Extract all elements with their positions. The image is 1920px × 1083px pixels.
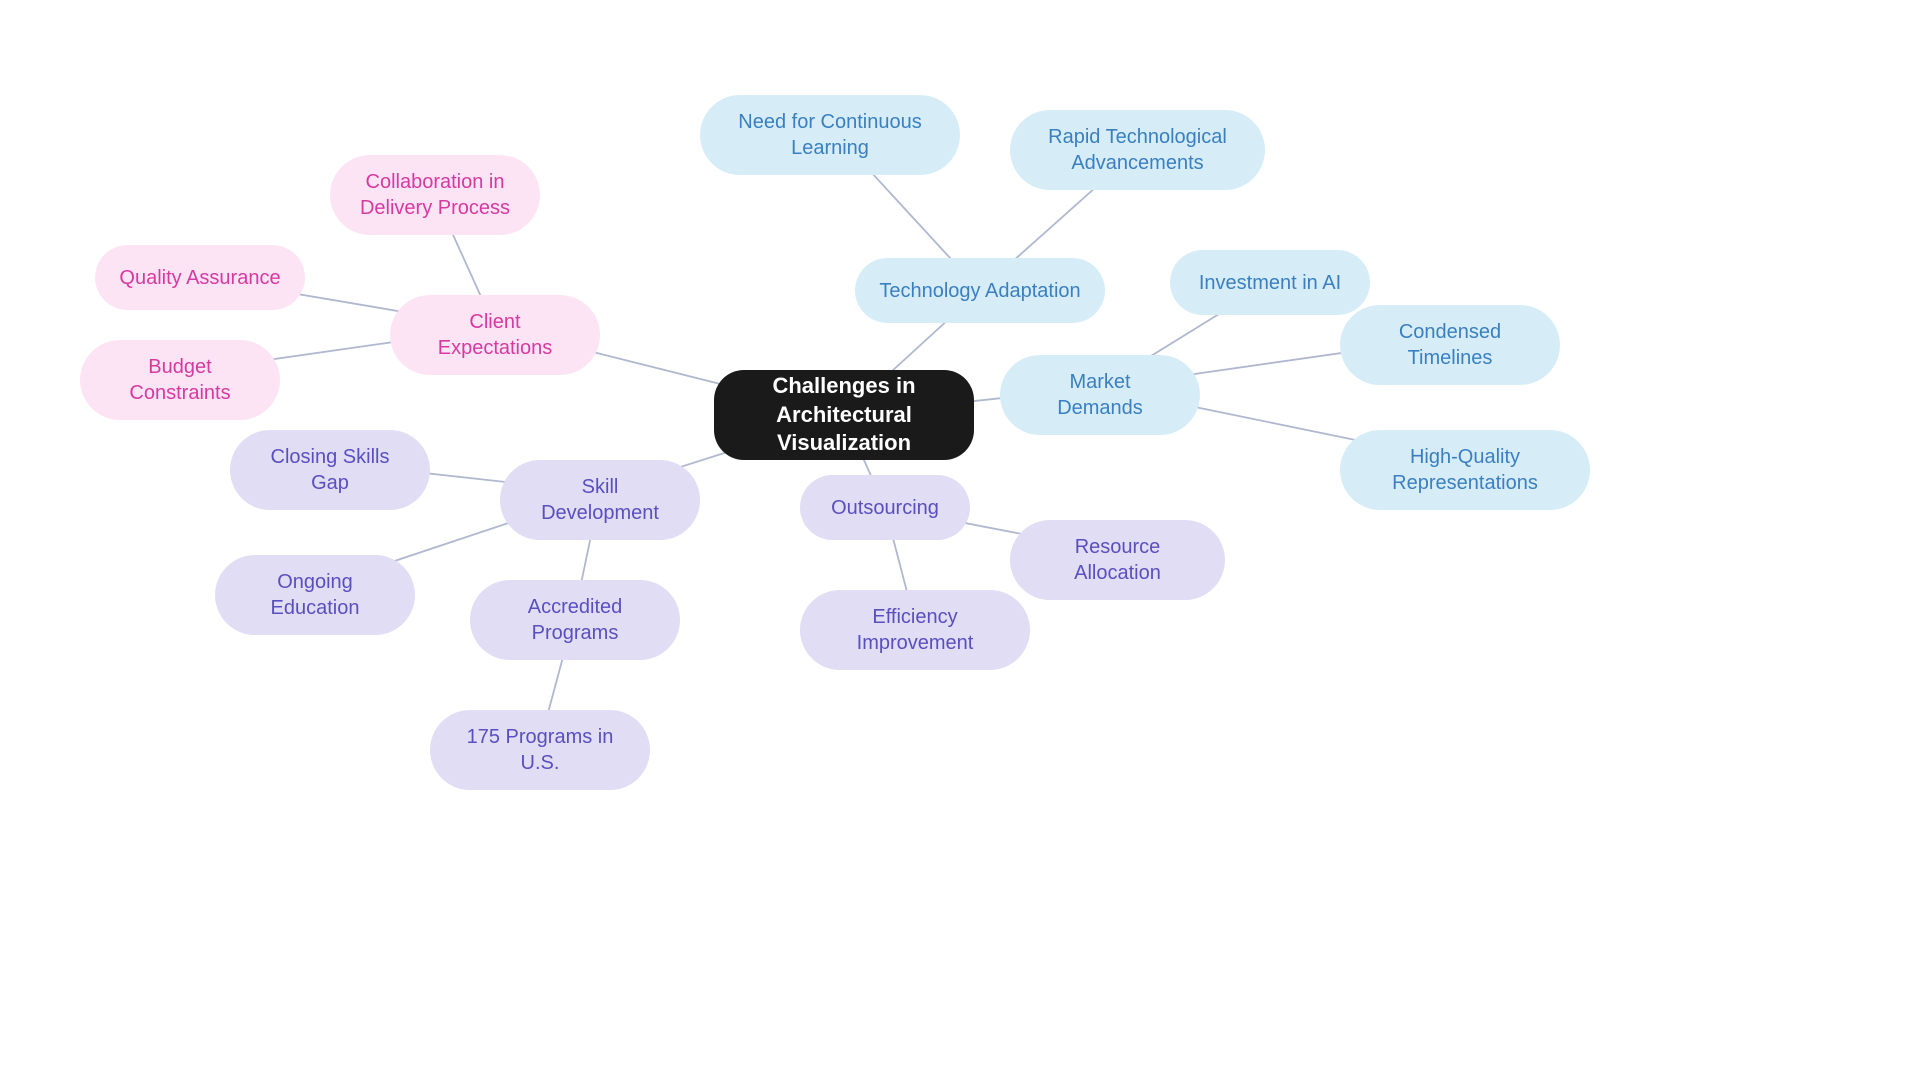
mind-map-container: Challenges in Architectural Visualizatio… xyxy=(0,0,1920,1083)
node-collaboration: Collaboration in Delivery Process xyxy=(330,155,540,235)
node-client-expectations: Client Expectations xyxy=(390,295,600,375)
node-technology-adaptation: Technology Adaptation xyxy=(855,258,1105,323)
node-resource-allocation: Resource Allocation xyxy=(1010,520,1225,600)
node-skill-development: Skill Development xyxy=(500,460,700,540)
node-rapid-tech: Rapid Technological Advancements xyxy=(1010,110,1265,190)
connections-svg xyxy=(0,0,1920,1083)
node-accredited-programs: Accredited Programs xyxy=(470,580,680,660)
node-high-quality-rep: High-Quality Representations xyxy=(1340,430,1590,510)
node-ongoing-education: Ongoing Education xyxy=(215,555,415,635)
node-quality-assurance: Quality Assurance xyxy=(95,245,305,310)
node-budget-constraints: Budget Constraints xyxy=(80,340,280,420)
node-center: Challenges in Architectural Visualizatio… xyxy=(714,370,974,460)
node-outsourcing: Outsourcing xyxy=(800,475,970,540)
node-need-continuous-learning: Need for Continuous Learning xyxy=(700,95,960,175)
node-condensed-timelines: Condensed Timelines xyxy=(1340,305,1560,385)
node-175-programs: 175 Programs in U.S. xyxy=(430,710,650,790)
node-investment-ai: Investment in AI xyxy=(1170,250,1370,315)
node-efficiency-improvement: Efficiency Improvement xyxy=(800,590,1030,670)
node-market-demands: Market Demands xyxy=(1000,355,1200,435)
node-closing-skills-gap: Closing Skills Gap xyxy=(230,430,430,510)
